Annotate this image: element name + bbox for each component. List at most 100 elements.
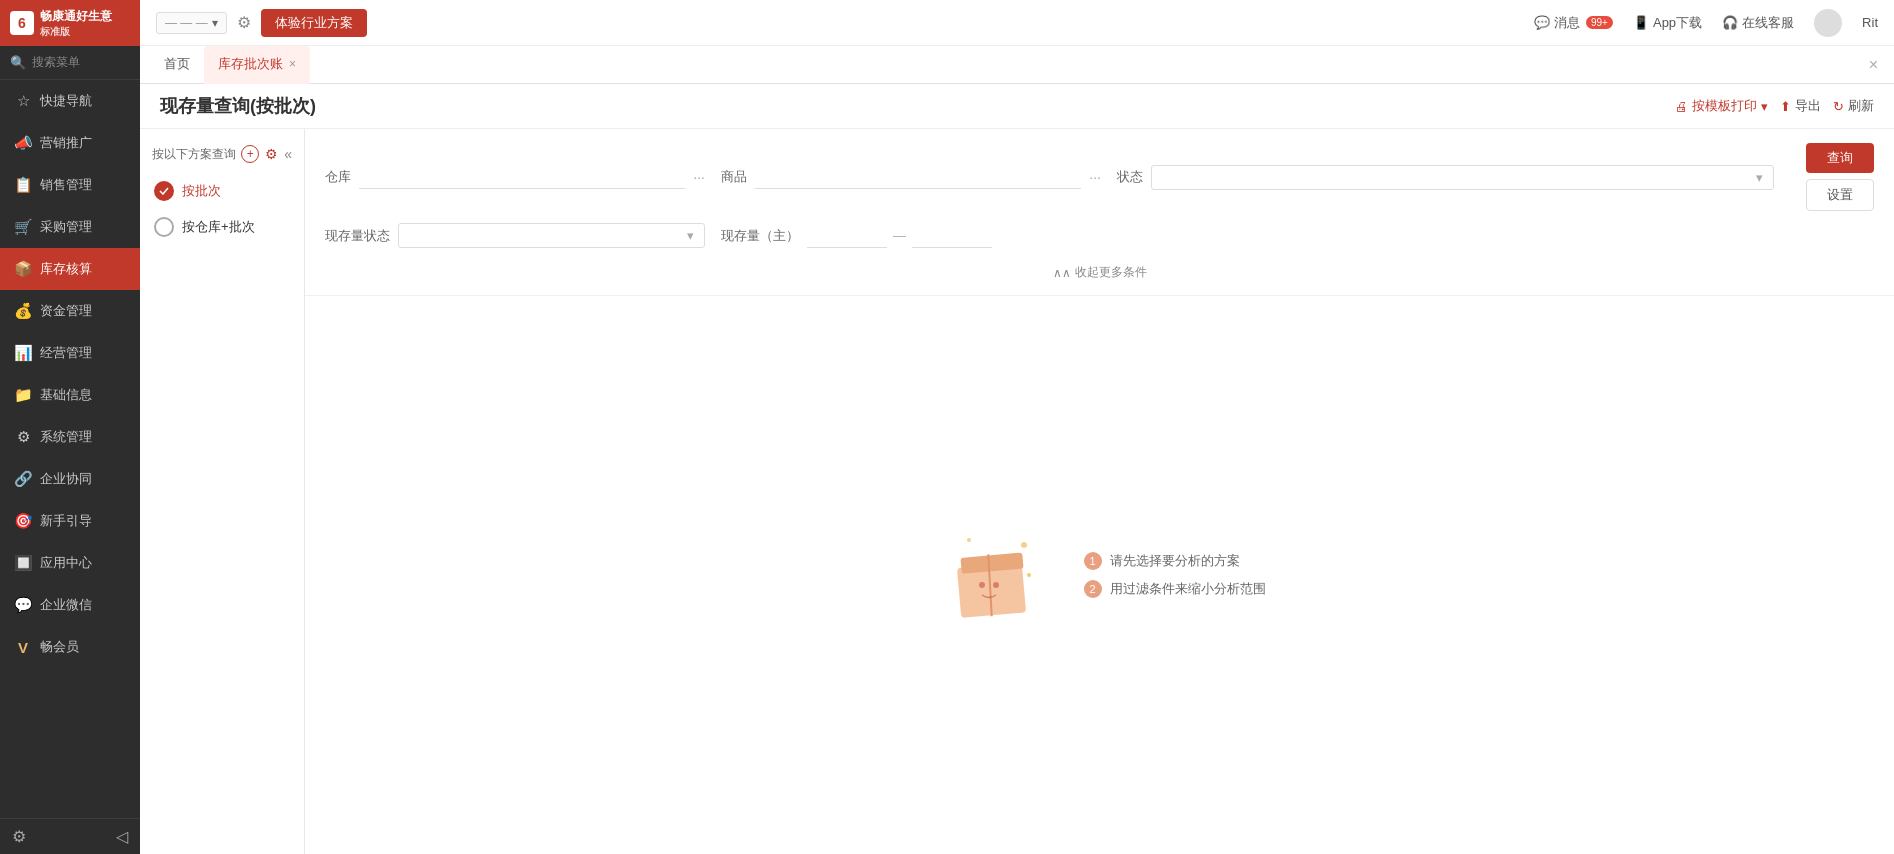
company-selector[interactable]: — — — ▾ (156, 12, 227, 34)
inventory-qty-max[interactable] (912, 224, 992, 248)
tab-bar: 首页 库存批次账 × × (140, 46, 1894, 84)
step1-num: 1 (1084, 552, 1102, 570)
sidebar-item-sales[interactable]: 📋 销售管理 (0, 164, 140, 206)
refresh-button[interactable]: ↻ 刷新 (1833, 97, 1874, 115)
search-icon: 🔍 (10, 55, 26, 70)
close-panel-icon[interactable]: × (1869, 56, 1884, 74)
product-input[interactable] (755, 165, 1081, 189)
plan-label-batch: 按批次 (182, 182, 221, 200)
svg-point-3 (1021, 542, 1027, 548)
company-name: — — — (165, 16, 208, 30)
sidebar-item-enterprise[interactable]: 🔗 企业协同 (0, 458, 140, 500)
app-download-label: App下载 (1653, 14, 1702, 32)
status-label: 状态 (1117, 168, 1143, 186)
empty-svg (939, 520, 1049, 630)
inventory-status-label: 现存量状态 (325, 227, 390, 245)
sidebar-item-system[interactable]: ⚙ 系统管理 (0, 416, 140, 458)
operations-icon: 📊 (14, 344, 32, 362)
plan-inactive-icon (154, 217, 174, 237)
sidebar-item-label: 快捷导航 (40, 92, 92, 110)
username-label: Rit (1862, 15, 1878, 30)
empty-state: 1 请先选择要分析的方案 2 用过滤条件来缩小分析范围 (305, 296, 1894, 854)
online-service-btn[interactable]: 🎧 在线客服 (1722, 14, 1794, 32)
footer-settings-icon[interactable]: ⚙ (12, 827, 26, 846)
empty-content: 1 请先选择要分析的方案 2 用过滤条件来缩小分析范围 (934, 515, 1266, 635)
plan-item-batch[interactable]: 按批次 (140, 173, 304, 209)
plan-item-warehouse-batch[interactable]: 按仓库+批次 (140, 209, 304, 245)
messages-btn[interactable]: 💬 消息 99+ (1534, 14, 1613, 32)
main-panel: 仓库 ··· 商品 ··· 状态 ▾ (305, 129, 1894, 854)
selector-dropdown-icon: ▾ (212, 16, 218, 30)
product-dots[interactable]: ··· (1089, 169, 1101, 185)
sidebar-item-marketing[interactable]: 📣 营销推广 (0, 122, 140, 164)
app-info: 畅康通好生意 标准版 (40, 8, 112, 39)
empty-step-1: 1 请先选择要分析的方案 (1084, 552, 1266, 570)
warehouse-input[interactable] (359, 165, 685, 189)
step2-label: 用过滤条件来缩小分析范围 (1110, 580, 1266, 598)
step1-label: 请先选择要分析的方案 (1110, 552, 1240, 570)
plan-settings-icon[interactable]: ⚙ (265, 146, 278, 162)
sidebar-item-operations[interactable]: 📊 经营管理 (0, 332, 140, 374)
sidebar-item-finance[interactable]: 💰 资金管理 (0, 290, 140, 332)
wechat-icon: 💬 (14, 596, 32, 614)
headset-icon: 🎧 (1722, 15, 1738, 30)
panel-collapse-icon[interactable]: « (284, 146, 292, 162)
search-menu[interactable]: 🔍 搜索菜单 (0, 46, 140, 80)
sidebar-item-label: 基础信息 (40, 386, 92, 404)
panel-header: 按以下方案查询 + ⚙ « (140, 139, 304, 173)
nav-list: ☆ 快捷导航 📣 营销推广 📋 销售管理 🛒 采购管理 📦 库存核算 💰 资金管… (0, 80, 140, 818)
sidebar: 6 畅康通好生意 标准版 🔍 搜索菜单 ☆ 快捷导航 📣 营销推广 📋 销售管理… (0, 0, 140, 854)
status-select[interactable]: ▾ (1151, 165, 1774, 190)
tab-close-icon[interactable]: × (289, 57, 296, 71)
sidebar-item-newuser[interactable]: 🎯 新手引导 (0, 500, 140, 542)
search-menu-label: 搜索菜单 (32, 54, 80, 71)
sidebar-item-purchase[interactable]: 🛒 采购管理 (0, 206, 140, 248)
sidebar-item-apps[interactable]: 🔲 应用中心 (0, 542, 140, 584)
left-panel: 按以下方案查询 + ⚙ « 按批次 按仓库+批次 (140, 129, 305, 854)
print-template-button[interactable]: 🖨 按模板打印 ▾ (1675, 97, 1768, 115)
collapse-filters-btn[interactable]: ∧∧ 收起更多条件 (325, 260, 1874, 285)
message-icon: 💬 (1534, 15, 1550, 30)
tab-home[interactable]: 首页 (150, 46, 204, 84)
sidebar-item-quick-nav[interactable]: ☆ 快捷导航 (0, 80, 140, 122)
export-button[interactable]: ⬆ 导出 (1780, 97, 1821, 115)
app-logo: 6 (10, 11, 34, 35)
sidebar-header: 6 畅康通好生意 标准版 (0, 0, 140, 46)
sidebar-item-label: 库存核算 (40, 260, 92, 278)
svg-point-4 (967, 538, 971, 542)
topbar-right: 💬 消息 99+ 📱 App下载 🎧 在线客服 Rit (1534, 9, 1878, 37)
content-area: 按以下方案查询 + ⚙ « 按批次 按仓库+批次 (140, 129, 1894, 854)
app-version: 标准版 (40, 25, 112, 39)
app-name: 畅康通好生意 (40, 8, 112, 25)
inventory-status-select[interactable]: ▾ (398, 223, 705, 248)
inventory-qty-label: 现存量（主） (721, 227, 799, 245)
settings-button[interactable]: 设置 (1806, 179, 1874, 211)
inventory-qty-min[interactable] (807, 224, 887, 248)
apps-icon: 🔲 (14, 554, 32, 572)
add-plan-icon[interactable]: + (241, 145, 259, 163)
settings-gear-icon[interactable]: ⚙ (237, 13, 251, 32)
print-label: 按模板打印 (1692, 97, 1757, 115)
product-label: 商品 (721, 168, 747, 186)
sidebar-item-vip[interactable]: V 畅会员 (0, 626, 140, 668)
sidebar-item-inventory[interactable]: 📦 库存核算 (0, 248, 140, 290)
tab-inventory-batch[interactable]: 库存批次账 × (204, 46, 310, 84)
warehouse-dots[interactable]: ··· (693, 169, 705, 185)
sidebar-item-basics[interactable]: 📁 基础信息 (0, 374, 140, 416)
query-button[interactable]: 查询 (1806, 143, 1874, 173)
experience-button[interactable]: 体验行业方案 (261, 9, 367, 37)
svg-point-7 (993, 582, 999, 588)
filter-row-1: 仓库 ··· 商品 ··· 状态 ▾ (325, 143, 1874, 211)
sidebar-item-label: 畅会员 (40, 638, 79, 656)
svg-point-6 (979, 582, 985, 588)
sidebar-item-label: 销售管理 (40, 176, 92, 194)
sidebar-item-wechat[interactable]: 💬 企业微信 (0, 584, 140, 626)
user-avatar[interactable] (1814, 9, 1842, 37)
sidebar-item-label: 营销推广 (40, 134, 92, 152)
sales-icon: 📋 (14, 176, 32, 194)
main-area: — — — ▾ ⚙ 体验行业方案 💬 消息 99+ 📱 App下载 🎧 在线客服… (140, 0, 1894, 854)
footer-collapse-icon[interactable]: ◁ (116, 827, 128, 846)
warehouse-label: 仓库 (325, 168, 351, 186)
inventory-batch-tab-label: 库存批次账 (218, 55, 283, 73)
app-download-btn[interactable]: 📱 App下载 (1633, 14, 1702, 32)
